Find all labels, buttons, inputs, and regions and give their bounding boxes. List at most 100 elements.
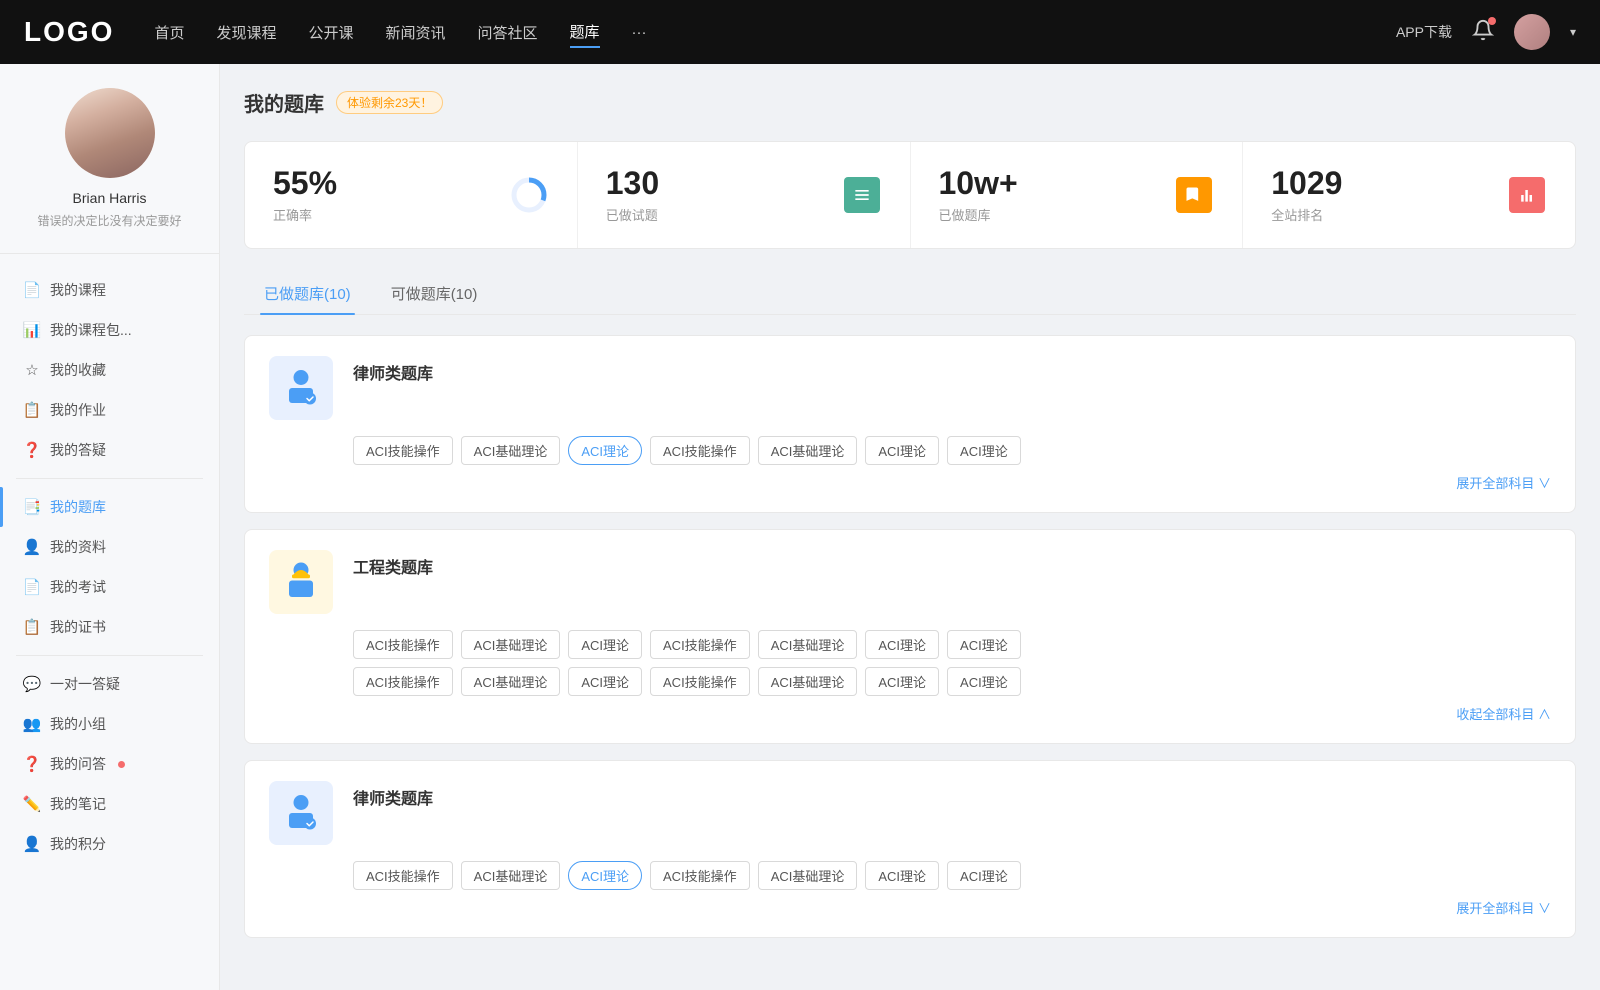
nav-home[interactable]: 首页 xyxy=(154,18,184,47)
tag-2-12[interactable]: ACI基础理论 xyxy=(758,667,858,696)
nav-questionbank[interactable]: 题库 xyxy=(570,17,600,48)
sidebar-item-label: 我的笔记 xyxy=(50,794,106,814)
nav-qa[interactable]: 问答社区 xyxy=(478,18,538,47)
favorites-icon: ☆ xyxy=(24,362,40,378)
page-title: 我的题库 xyxy=(244,88,324,117)
sidebar-item-my-qa[interactable]: ❓ 我的问答 xyxy=(0,744,219,784)
qbank-header-1: 律师类题库 xyxy=(269,356,1551,420)
sidebar-item-label: 我的课程包... xyxy=(50,320,132,340)
points-icon: 👤 xyxy=(24,836,40,852)
tag-2-6[interactable]: ACI理论 xyxy=(865,630,939,659)
user-menu-chevron-icon[interactable]: ▾ xyxy=(1570,25,1576,39)
stat-done-banks-icon xyxy=(1174,175,1214,215)
stat-done-questions-label: 已做试题 xyxy=(606,205,826,224)
user-avatar-nav[interactable] xyxy=(1514,14,1550,50)
sidebar-divider-2 xyxy=(16,655,203,656)
notes-icon: ✏️ xyxy=(24,796,40,812)
tag-3-2[interactable]: ACI基础理论 xyxy=(461,861,561,890)
nav-news[interactable]: 新闻资讯 xyxy=(386,18,446,47)
app-download-button[interactable]: APP下载 xyxy=(1396,22,1452,42)
tag-1-2[interactable]: ACI基础理论 xyxy=(461,436,561,465)
tag-2-4[interactable]: ACI技能操作 xyxy=(650,630,750,659)
tag-2-7[interactable]: ACI理论 xyxy=(947,630,1021,659)
tag-2-9[interactable]: ACI基础理论 xyxy=(461,667,561,696)
tag-2-8[interactable]: ACI技能操作 xyxy=(353,667,453,696)
tag-1-1[interactable]: ACI技能操作 xyxy=(353,436,453,465)
sidebar-item-label: 我的小组 xyxy=(50,714,106,734)
sidebar-item-label: 我的课程 xyxy=(50,280,106,300)
sidebar-item-my-course[interactable]: 📄 我的课程 xyxy=(0,270,219,310)
sidebar-divider-1 xyxy=(16,478,203,479)
collapse-link-2[interactable]: 收起全部科目 ∧ xyxy=(269,704,1551,723)
main-content: 我的题库 体验剩余23天！ 55% 正确率 xyxy=(220,64,1600,990)
tag-3-1[interactable]: ACI技能操作 xyxy=(353,861,453,890)
sidebar-item-points[interactable]: 👤 我的积分 xyxy=(0,824,219,864)
qa-icon: ❓ xyxy=(24,442,40,458)
tag-2-11[interactable]: ACI技能操作 xyxy=(650,667,750,696)
sidebar-item-1on1-qa[interactable]: 💬 一对一答疑 xyxy=(0,664,219,704)
stat-done-questions: 130 已做试题 xyxy=(578,142,911,248)
tag-1-7[interactable]: ACI理论 xyxy=(947,436,1021,465)
nav-discover[interactable]: 发现课程 xyxy=(216,18,276,47)
sidebar-item-question-bank[interactable]: 📑 我的题库 xyxy=(0,487,219,527)
tag-1-4[interactable]: ACI技能操作 xyxy=(650,436,750,465)
qbank-header-2: 工程类题库 xyxy=(269,550,1551,614)
sidebar-item-label: 我的答疑 xyxy=(50,440,106,460)
sidebar-item-label: 我的考试 xyxy=(50,577,106,597)
nav-opencourse[interactable]: 公开课 xyxy=(308,18,353,47)
navbar-right: APP下载 ▾ xyxy=(1396,14,1576,50)
notification-bell-icon[interactable] xyxy=(1472,19,1494,46)
1on1-qa-icon: 💬 xyxy=(24,676,40,692)
sidebar-item-label: 我的题库 xyxy=(50,497,106,517)
tag-3-6[interactable]: ACI理论 xyxy=(865,861,939,890)
tag-2-13[interactable]: ACI理论 xyxy=(865,667,939,696)
navbar: LOGO 首页 发现课程 公开课 新闻资讯 问答社区 题库 ··· APP下载 … xyxy=(0,0,1600,64)
sidebar-item-group[interactable]: 👥 我的小组 xyxy=(0,704,219,744)
tag-1-5[interactable]: ACI基础理论 xyxy=(758,436,858,465)
tag-3-5[interactable]: ACI基础理论 xyxy=(758,861,858,890)
homework-icon: 📋 xyxy=(24,402,40,418)
qbank-engineer-avatar xyxy=(269,550,333,614)
sidebar-item-profile[interactable]: 👤 我的资料 xyxy=(0,527,219,567)
qbank-card-lawyer-2: 律师类题库 ACI技能操作 ACI基础理论 ACI理论 ACI技能操作 ACI基… xyxy=(244,760,1576,938)
stat-done-questions-icon xyxy=(842,175,882,215)
tag-2-2[interactable]: ACI基础理论 xyxy=(461,630,561,659)
tag-2-10[interactable]: ACI理论 xyxy=(568,667,642,696)
sidebar-menu: 📄 我的课程 📊 我的课程包... ☆ 我的收藏 📋 我的作业 ❓ 我的答疑 � xyxy=(0,254,219,880)
book-icon xyxy=(844,177,880,213)
sidebar-item-qa[interactable]: ❓ 我的答疑 xyxy=(0,430,219,470)
tab-done-banks[interactable]: 已做题库(10) xyxy=(244,273,371,314)
sidebar-item-notes[interactable]: ✏️ 我的笔记 xyxy=(0,784,219,824)
expand-link-1[interactable]: 展开全部科目 ∨ xyxy=(269,473,1551,492)
tag-3-4[interactable]: ACI技能操作 xyxy=(650,861,750,890)
sidebar-item-certificate[interactable]: 📋 我的证书 xyxy=(0,607,219,647)
stat-accuracy: 55% 正确率 xyxy=(245,142,578,248)
question-bank-icon: 📑 xyxy=(24,499,40,515)
tag-3-3[interactable]: ACI理论 xyxy=(568,861,642,890)
tag-2-5[interactable]: ACI基础理论 xyxy=(758,630,858,659)
avatar-image xyxy=(65,88,155,178)
sidebar-item-course-package[interactable]: 📊 我的课程包... xyxy=(0,310,219,350)
tag-1-6[interactable]: ACI理论 xyxy=(865,436,939,465)
sidebar-item-homework[interactable]: 📋 我的作业 xyxy=(0,390,219,430)
qbank-title-3: 律师类题库 xyxy=(353,781,433,809)
trial-badge: 体验剩余23天！ xyxy=(336,91,443,114)
nav-more[interactable]: ··· xyxy=(632,20,647,45)
sidebar-item-label: 我的积分 xyxy=(50,834,106,854)
stat-done-banks-label: 已做题库 xyxy=(939,205,1159,224)
qbank-card-engineer: 工程类题库 ACI技能操作 ACI基础理论 ACI理论 ACI技能操作 ACI基… xyxy=(244,529,1576,744)
tab-available-banks[interactable]: 可做题库(10) xyxy=(371,273,498,314)
my-course-icon: 📄 xyxy=(24,282,40,298)
profile-name: Brian Harris xyxy=(73,190,147,206)
sidebar-item-exam[interactable]: 📄 我的考试 xyxy=(0,567,219,607)
tag-2-1[interactable]: ACI技能操作 xyxy=(353,630,453,659)
stat-accuracy-label: 正确率 xyxy=(273,205,493,224)
tag-3-7[interactable]: ACI理论 xyxy=(947,861,1021,890)
tag-2-3[interactable]: ACI理论 xyxy=(568,630,642,659)
tag-1-3[interactable]: ACI理论 xyxy=(568,436,642,465)
tag-2-14[interactable]: ACI理论 xyxy=(947,667,1021,696)
nav-menu: 首页 发现课程 公开课 新闻资讯 问答社区 题库 ··· xyxy=(154,17,1396,48)
expand-link-3[interactable]: 展开全部科目 ∨ xyxy=(269,898,1551,917)
tabs-row: 已做题库(10) 可做题库(10) xyxy=(244,273,1576,315)
sidebar-item-favorites[interactable]: ☆ 我的收藏 xyxy=(0,350,219,390)
